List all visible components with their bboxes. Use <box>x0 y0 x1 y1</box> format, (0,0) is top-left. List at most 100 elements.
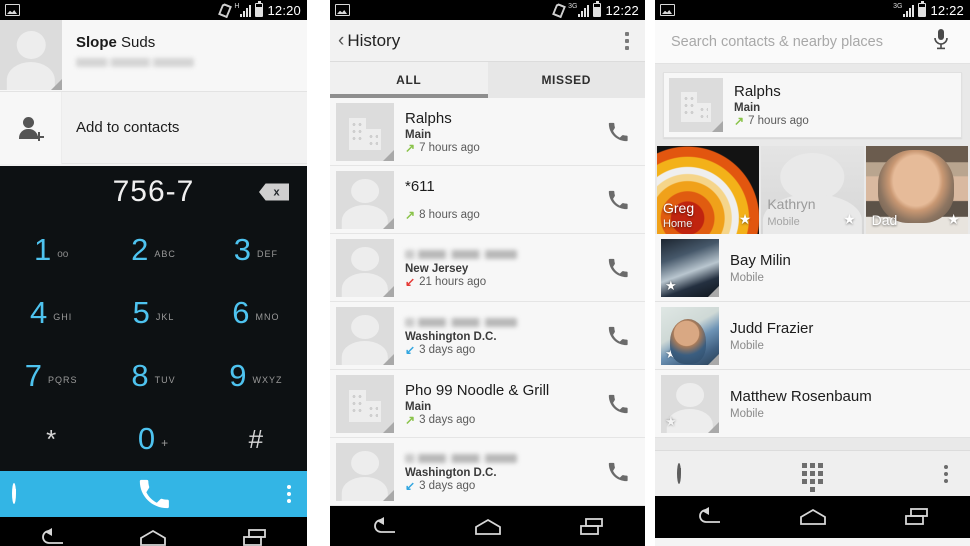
history-button[interactable] <box>677 462 681 484</box>
contact-avatar <box>336 306 394 365</box>
status-bar-clock: 12:22 <box>930 2 964 18</box>
list-item[interactable]: ★ Bay Milin Mobile <box>655 234 970 302</box>
matched-contact-row[interactable]: Slope Suds <box>0 20 307 92</box>
dialpad-key-9[interactable]: 9 WXYZ <box>205 344 307 407</box>
overflow-menu-button[interactable] <box>944 464 948 483</box>
contact-avatar <box>336 374 394 433</box>
contact-avatar: ★ <box>661 374 719 433</box>
overflow-menu-button[interactable] <box>287 485 291 503</box>
nav-recents-button[interactable] <box>566 513 620 541</box>
recent-call-shortcut[interactable]: Ralphs Main ↗ 7 hours ago <box>663 72 962 138</box>
recents-icon <box>579 518 603 535</box>
panel-separator-1 <box>307 0 330 546</box>
phone-icon <box>608 462 628 481</box>
microphone-icon <box>934 29 948 50</box>
dialpad-icon <box>802 463 823 492</box>
search-input[interactable]: Search contacts & nearby places <box>655 34 970 50</box>
dialpad-button[interactable] <box>802 463 823 492</box>
contact-label: Mobile <box>730 339 764 352</box>
add-to-contacts-row[interactable]: Add to contacts <box>0 91 307 164</box>
clock-icon <box>677 462 681 484</box>
image-icon <box>660 4 675 16</box>
call-back-button[interactable] <box>591 121 645 143</box>
call-button[interactable] <box>0 477 307 511</box>
dialed-number[interactable]: 756-7 <box>113 175 195 209</box>
call-time: ↙ 3 days ago <box>405 343 476 357</box>
dialpad-key-hash[interactable]: # <box>205 407 307 470</box>
overflow-menu-icon <box>944 464 948 483</box>
nav-back-button[interactable] <box>681 503 735 531</box>
table-row[interactable]: Washington D.C. ↙ 3 days ago <box>330 438 645 506</box>
dialpad-key-4[interactable]: 4 GHI <box>0 281 102 344</box>
back-chevron-icon[interactable]: ‹ <box>330 31 347 50</box>
dialpad-key-1[interactable]: 1 oo <box>0 218 102 281</box>
nav-recents-button[interactable] <box>891 503 945 531</box>
call-label: New Jersey <box>405 263 469 275</box>
history-button[interactable] <box>12 483 16 504</box>
incoming-call-icon: ↙ <box>405 343 416 357</box>
dialpad-key-6[interactable]: 6 MNO <box>205 281 307 344</box>
status-bar-clock: 12:22 <box>605 2 639 18</box>
table-row[interactable]: New Jersey ↙ 21 hours ago <box>330 234 645 302</box>
favorite-tile-greg[interactable]: Greg Home ★ <box>657 146 760 234</box>
redacted-phone-number <box>405 250 517 259</box>
call-label: Main <box>405 400 432 413</box>
list-item[interactable]: ★ Judd Frazier Mobile <box>655 302 970 370</box>
favorite-tile-dad[interactable]: Dad ★ <box>865 146 968 234</box>
phone-icon <box>608 190 628 209</box>
nav-home-button[interactable] <box>786 503 840 531</box>
contacts-toolbar <box>655 450 970 496</box>
overflow-menu-icon[interactable] <box>625 31 629 50</box>
dialpad-keys: 1 oo 2 ABC 3 DEF 4 GHI 5 JKL 6 MNO 7 PQRS 8 TUV … <box>0 218 307 470</box>
image-icon <box>5 4 20 16</box>
tab-all[interactable]: ALL <box>330 62 488 98</box>
table-row[interactable]: Ralphs Main ↗ 7 hours ago <box>330 98 645 166</box>
network-type-label: 3G <box>568 3 578 10</box>
status-bar-1: H 12:20 <box>0 0 307 20</box>
call-back-button[interactable] <box>591 189 645 211</box>
nav-home-button[interactable] <box>126 524 180 546</box>
call-back-button[interactable] <box>591 325 645 347</box>
outgoing-call-icon: ↗ <box>734 114 745 128</box>
star-icon: ★ <box>665 277 677 293</box>
contact-avatar: ★ <box>661 238 719 297</box>
tab-missed[interactable]: MISSED <box>488 62 646 98</box>
nav-back-button[interactable] <box>356 513 410 541</box>
phone-icon <box>608 258 628 277</box>
home-icon <box>140 529 167 546</box>
table-row[interactable]: Washington D.C. ↙ 3 days ago <box>330 302 645 370</box>
nav-recents-button[interactable] <box>229 524 283 546</box>
table-row[interactable]: *611 ↗ 8 hours ago <box>330 166 645 234</box>
status-bar-2: 3G 12:22 <box>330 0 645 20</box>
redacted-phone-number <box>405 454 517 463</box>
call-back-button[interactable] <box>591 393 645 415</box>
call-label: Washington D.C. <box>405 331 497 343</box>
nav-bar-1 <box>0 517 307 546</box>
history-action-bar: ‹ History <box>330 20 645 62</box>
dialpad-key-3[interactable]: 3 DEF <box>205 218 307 281</box>
dialpad-key-8[interactable]: 8 TUV <box>102 344 204 407</box>
table-row[interactable]: Pho 99 Noodle & Grill Main ↗ 3 days ago <box>330 370 645 438</box>
signal-icon: 3G <box>568 3 590 17</box>
contact-name: Judd Frazier <box>730 319 814 337</box>
dialpad-key-star[interactable]: * <box>0 407 102 470</box>
shortcut-time: ↗ 7 hours ago <box>734 114 809 128</box>
contact-avatar <box>336 102 394 161</box>
outgoing-call-icon: ↗ <box>405 412 416 427</box>
call-back-button[interactable] <box>591 461 645 483</box>
dialpad-key-7[interactable]: 7 PQRS <box>0 344 102 407</box>
nav-back-button[interactable] <box>24 524 78 546</box>
search-bar[interactable]: Search contacts & nearby places <box>655 20 970 64</box>
shortcut-name: Ralphs <box>734 83 781 100</box>
backspace-icon[interactable]: x <box>259 183 289 201</box>
dialpad-key-5[interactable]: 5 JKL <box>102 281 204 344</box>
dialpad-key-0[interactable]: 0 + <box>102 407 204 470</box>
nav-home-button[interactable] <box>461 513 515 541</box>
dialpad: 756-7 x 1 oo 2 ABC 3 DEF 4 GHI 5 JKL 6 MNO 7 PQ… <box>0 166 307 471</box>
call-back-button[interactable] <box>591 257 645 279</box>
home-icon <box>474 518 501 535</box>
list-item[interactable]: ★ Matthew Rosenbaum Mobile <box>655 370 970 438</box>
favorite-tile-kathryn[interactable]: Kathryn Mobile ★ <box>761 146 864 234</box>
voice-search-button[interactable] <box>932 28 950 55</box>
dialpad-key-2[interactable]: 2 ABC <box>102 218 204 281</box>
